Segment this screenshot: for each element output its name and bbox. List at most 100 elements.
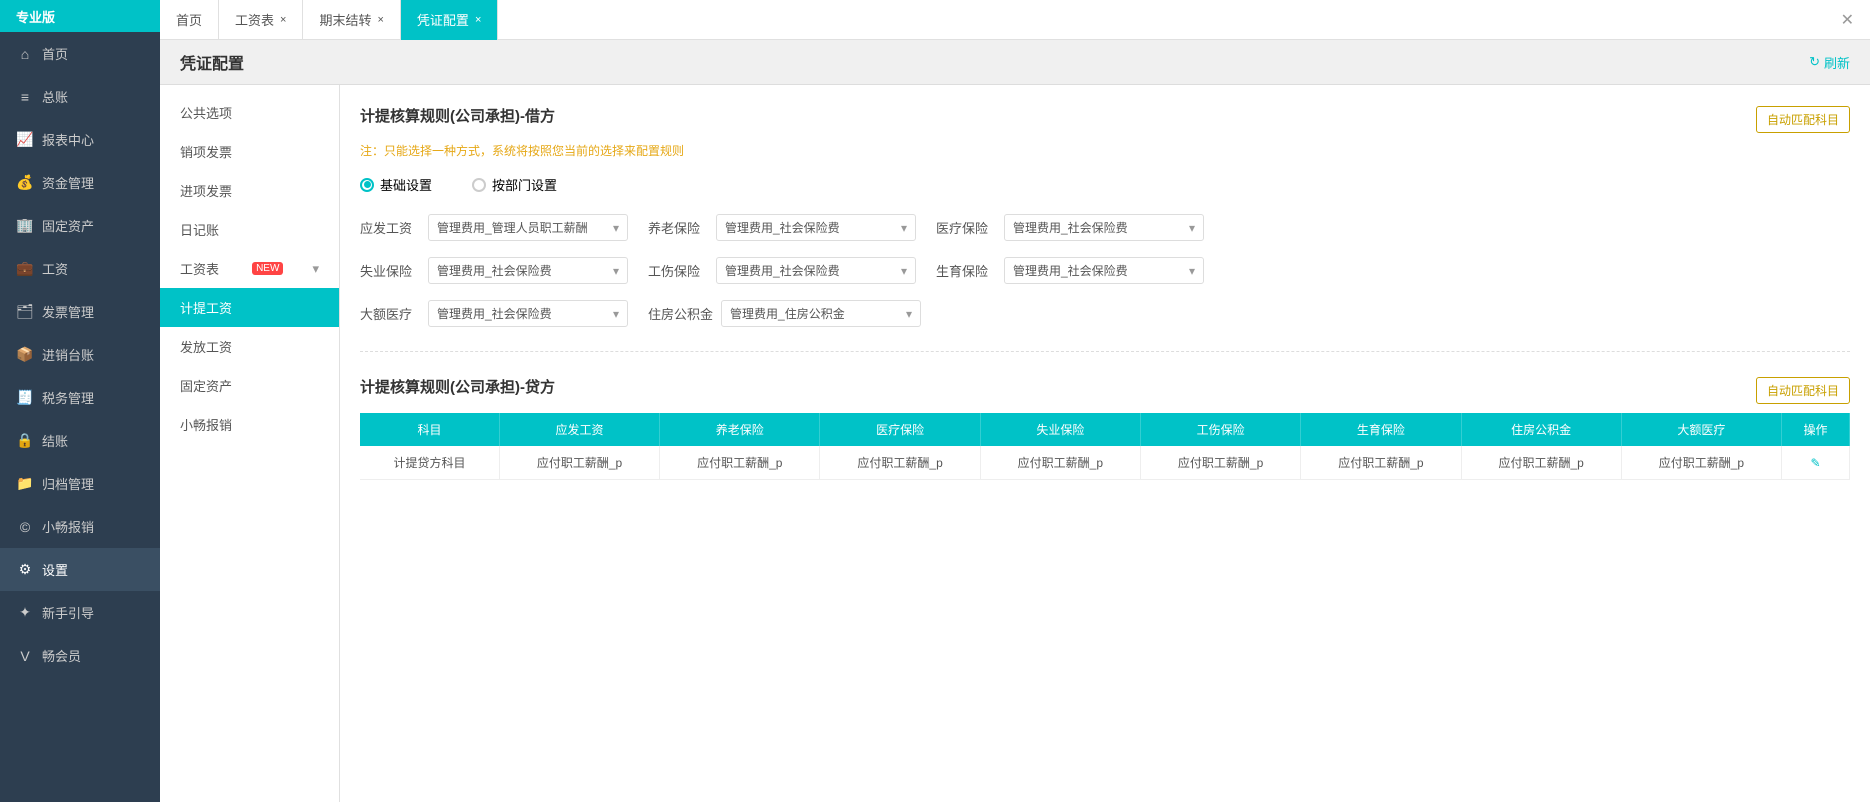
sidebar-item-label: 报表中心 [42,130,94,149]
cell-gongjijin: 应付职工薪酬_p [1461,446,1621,480]
sidebar-item-fund[interactable]: 💰 资金管理 [0,161,160,204]
cell-shengyu: 应付职工薪酬_p [1301,446,1461,480]
debit-yanglao-label: 养老保险 [648,218,708,237]
debit-yingfa-select[interactable]: 管理费用_管理人员职工薪酬 ▾ [428,214,628,241]
sidebar: 专业版 ⌂ 首页 ≡ 总账 📈 报表中心 💰 资金管理 🏢 固定资产 💼 工资 … [0,0,160,802]
cell-op[interactable]: ✎ [1782,446,1850,480]
tab-period-close[interactable]: 期末结转 × [303,0,400,40]
refresh-button[interactable]: ↻ 刷新 [1809,53,1850,72]
topbar: 首页 工资表 × 期末结转 × 凭证配置 × ✕ [160,0,1870,40]
debit-shiye-select[interactable]: 管理费用_社会保险费 ▾ [428,257,628,284]
edit-icon[interactable]: ✎ [1810,456,1820,470]
vip-icon: V [16,648,34,664]
sidebar-item-home[interactable]: ⌂ 首页 [0,32,160,75]
sidebar-item-label: 固定资产 [42,216,94,235]
sidebar-item-report[interactable]: 📈 报表中心 [0,118,160,161]
left-nav-journal[interactable]: 日记账 [160,210,339,249]
tab-voucher-config[interactable]: 凭证配置 × [401,0,498,40]
sidebar-item-close[interactable]: 🔒 结账 [0,419,160,462]
left-nav-sales-invoice[interactable]: 销项发票 [160,132,339,171]
newguide-icon: ✦ [16,604,34,621]
col-dae: 大额医疗 [1621,413,1781,446]
page-title: 凭证配置 [180,50,244,74]
debit-field-shengyu: 生育保险 管理费用_社会保险费 ▾ [936,257,1204,284]
left-nav-xiaochang-expense[interactable]: 小畅报销 [160,405,339,444]
col-yanglao: 养老保险 [660,413,820,446]
tab-period-close-label: 期末结转 [319,10,371,29]
cell-gongshang: 应付职工薪酬_p [1140,446,1300,480]
left-nav: 公共选项 销项发票 进项发票 日记账 工资表 NEW ▾ 计提工资 发放工资 [160,85,340,802]
left-nav-fixed-assets[interactable]: 固定资产 [160,366,339,405]
debit-field-dae: 大额医疗 管理费用_社会保险费 ▾ [360,300,628,327]
debit-gongshang-select[interactable]: 管理费用_社会保险费 ▾ [716,257,916,284]
sidebar-item-tax[interactable]: 🧾 税务管理 [0,376,160,419]
col-gongshang: 工伤保险 [1140,413,1300,446]
sidebar-item-vip[interactable]: V 畅会员 [0,634,160,677]
left-nav-issue-salary[interactable]: 发放工资 [160,327,339,366]
cell-yanglao: 应付职工薪酬_p [660,446,820,480]
sidebar-item-inventory[interactable]: 📦 进销台账 [0,333,160,376]
debit-field-yingfa: 应发工资 管理费用_管理人员职工薪酬 ▾ [360,214,628,241]
archive-icon: 📁 [16,475,34,492]
debit-auto-match-button[interactable]: 自动匹配科目 [1756,106,1850,133]
sidebar-item-label: 工资 [42,259,68,278]
tab-home[interactable]: 首页 [160,0,219,40]
radio-basic[interactable]: 基础设置 [360,175,432,194]
sidebar-item-newguide[interactable]: ✦ 新手引导 [0,591,160,634]
debit-yiliao-select[interactable]: 管理费用_社会保险费 ▾ [1004,214,1204,241]
inventory-icon: 📦 [16,346,34,363]
sidebar-item-ledger[interactable]: ≡ 总账 [0,75,160,118]
tab-payroll-close[interactable]: × [280,14,286,26]
debit-field-gongshang: 工伤保险 管理费用_社会保险费 ▾ [648,257,916,284]
sidebar-item-label: 发票管理 [42,302,94,321]
left-nav-purchase-invoice[interactable]: 进项发票 [160,171,339,210]
debit-dae-label: 大额医疗 [360,304,420,323]
col-gongjijin: 住房公积金 [1461,413,1621,446]
tab-period-close-close[interactable]: × [377,14,383,26]
close-all-tabs[interactable]: ✕ [1825,0,1870,40]
sidebar-item-label: 设置 [42,560,68,579]
tab-payroll[interactable]: 工资表 × [219,0,303,40]
debit-shiye-label: 失业保险 [360,261,420,280]
tax-icon: 🧾 [16,389,34,406]
credit-section-header: 计提核算规则(公司承担)-贷方 自动匹配科目 [360,376,1850,405]
col-yiliao: 医疗保险 [820,413,980,446]
sidebar-item-settings[interactable]: ⚙ 设置 [0,548,160,591]
radio-basic-label: 基础设置 [380,175,432,194]
debit-yiliao-label: 医疗保险 [936,218,996,237]
sidebar-item-invoice[interactable]: 🗂 发票管理 [0,290,160,333]
chevron-down-icon: ▾ [1189,221,1195,235]
debit-yingfa-label: 应发工资 [360,218,420,237]
tab-payroll-label: 工资表 [235,10,274,29]
left-nav-calc-salary[interactable]: 计提工资 [160,288,339,327]
radio-basic-circle [360,178,374,192]
debit-gongjijin-select[interactable]: 管理费用_住房公积金 ▾ [721,300,921,327]
cell-shiye: 应付职工薪酬_p [980,446,1140,480]
radio-dept[interactable]: 按部门设置 [472,175,557,194]
credit-auto-match-button[interactable]: 自动匹配科目 [1756,377,1850,404]
chevron-down-icon: ▾ [901,221,907,235]
debit-shengyu-select[interactable]: 管理费用_社会保险费 ▾ [1004,257,1204,284]
salary-icon: 💼 [16,260,34,277]
cell-subject: 计提贷方科目 [360,446,499,480]
radio-dept-label: 按部门设置 [492,175,557,194]
sidebar-item-label: 首页 [42,44,68,63]
sidebar-item-assets[interactable]: 🏢 固定资产 [0,204,160,247]
sidebar-item-label: 资金管理 [42,173,94,192]
debit-dae-select[interactable]: 管理费用_社会保险费 ▾ [428,300,628,327]
main-area: 首页 工资表 × 期末结转 × 凭证配置 × ✕ 凭证配置 ↻ 刷新 公共选项 … [160,0,1870,802]
debit-yanglao-select[interactable]: 管理费用_社会保险费 ▾ [716,214,916,241]
sidebar-item-xiaochang-report[interactable]: © 小畅报销 [0,505,160,548]
sidebar-item-salary[interactable]: 💼 工资 [0,247,160,290]
debit-form-row-1: 应发工资 管理费用_管理人员职工薪酬 ▾ 养老保险 管理费用_社会保险费 ▾ [360,214,1850,241]
sidebar-item-label: 总账 [42,87,68,106]
tab-voucher-config-close[interactable]: × [475,14,481,26]
sidebar-item-archive[interactable]: 📁 归档管理 [0,462,160,505]
sidebar-item-label: 畅会员 [42,646,81,665]
debit-section-header: 计提核算规则(公司承担)-借方 自动匹配科目 [360,105,1850,134]
chevron-down-icon: ▾ [613,221,619,235]
left-nav-payroll-table[interactable]: 工资表 NEW ▾ [160,249,339,288]
debit-field-gongjijin: 住房公积金 管理费用_住房公积金 ▾ [648,300,921,327]
left-nav-public-options[interactable]: 公共选项 [160,93,339,132]
tab-home-label: 首页 [176,10,202,29]
